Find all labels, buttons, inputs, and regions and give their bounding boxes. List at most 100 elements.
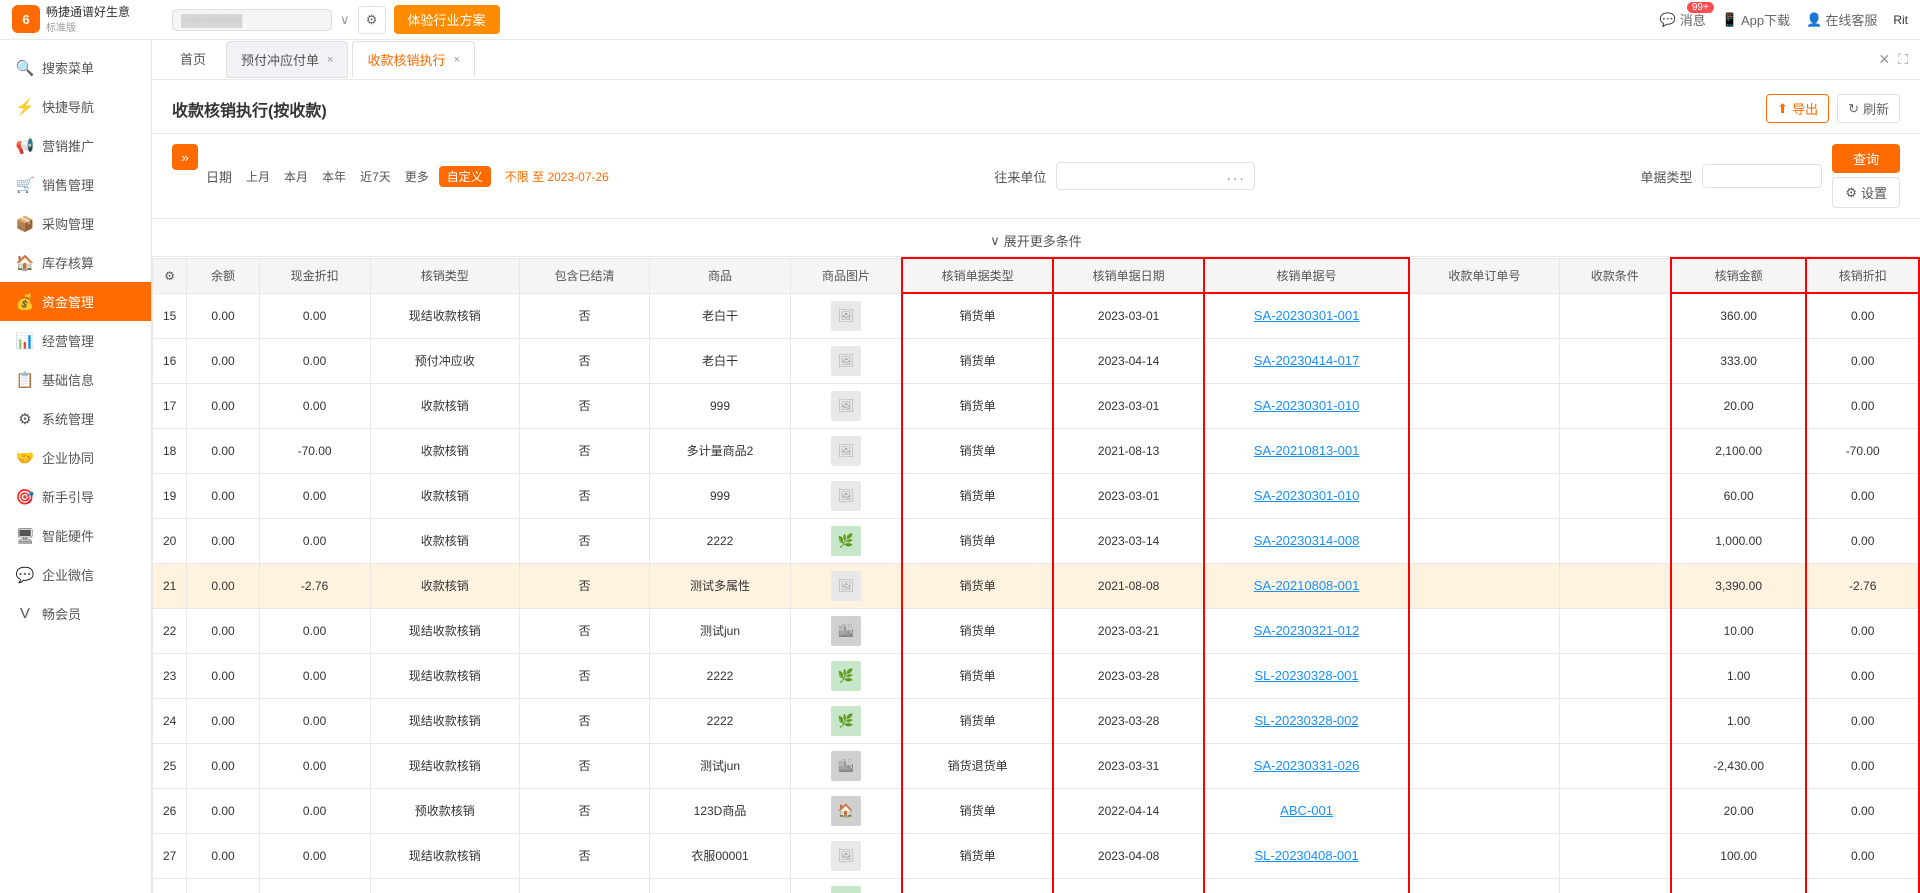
breadcrumb-display: ▓▓▓▓▓▓▓ <box>172 9 332 31</box>
sidebar-item-quick-nav[interactable]: ⚡ 快捷导航 <box>0 87 151 126</box>
row-bill-no[interactable]: SA-20230301-001 <box>1204 293 1409 338</box>
row-order-no <box>1409 608 1559 653</box>
row-bill-no[interactable]: SL-20230408-001 <box>1204 833 1409 878</box>
sidebar-item-wechat[interactable]: 💬 企业微信 <box>0 555 151 594</box>
date-7days[interactable]: 近7天 <box>356 166 395 187</box>
app-icon: 📱 <box>1722 12 1738 28</box>
page-header-actions: ⬆ 导出 ↻ 刷新 <box>1766 94 1900 123</box>
sidebar-item-basic[interactable]: 📋 基础信息 <box>0 360 151 399</box>
tab-prepay[interactable]: 预付冲应付单 × <box>226 41 348 78</box>
date-this-month[interactable]: 本月 <box>280 166 312 187</box>
date-custom-button[interactable]: 自定义 <box>439 166 491 187</box>
row-cash-discount: 0.00 <box>259 833 370 878</box>
partner-input-wrap: ... <box>1056 162 1254 190</box>
setting-button[interactable]: ⚙ 设置 <box>1832 177 1900 208</box>
date-range-display: 不限 至 2023-07-26 <box>505 168 609 185</box>
row-order-no <box>1409 788 1559 833</box>
row-cash-discount: 0.00 <box>259 473 370 518</box>
sidebar-label-collab: 企业协同 <box>42 448 94 467</box>
message-icon: 💬 <box>1660 12 1676 28</box>
sidebar-item-inventory[interactable]: 🏠 库存核算 <box>0 243 151 282</box>
row-bill-no[interactable]: SA-20230301-010 <box>1204 473 1409 518</box>
row-bill-no[interactable]: SL-20230418-001 <box>1204 878 1409 893</box>
query-button[interactable]: 查询 <box>1832 144 1900 173</box>
row-id: 16 <box>153 338 187 383</box>
sidebar-item-search[interactable]: 🔍 搜索菜单 <box>0 48 151 87</box>
row-bill-type: 销货单 <box>902 608 1053 653</box>
sidebar-item-guide[interactable]: 🎯 新手引导 <box>0 477 151 516</box>
row-bill-no[interactable]: SA-20230414-017 <box>1204 338 1409 383</box>
sidebar-item-hardware[interactable]: 🖥 智能硬件 <box>0 516 151 555</box>
sidebar-item-member[interactable]: V 畅会员 <box>0 594 151 633</box>
order-type-select[interactable] <box>1702 164 1822 188</box>
col-settings-header[interactable]: ⚙ <box>153 258 187 293</box>
row-bill-no[interactable]: SA-20210808-001 <box>1204 563 1409 608</box>
row-bill-no[interactable]: SL-20230328-002 <box>1204 698 1409 743</box>
filter-bar: » 日期 上月 本月 本年 近7天 更多 自定义 <box>152 134 1920 219</box>
tab-collection-close[interactable]: × <box>453 54 459 66</box>
row-balance: 0.00 <box>187 743 259 788</box>
row-discount: 0.00 <box>1806 293 1919 338</box>
date-more[interactable]: 更多 <box>401 166 433 187</box>
expand-more-button[interactable]: ∨ 展开更多条件 <box>990 231 1082 250</box>
tab-home[interactable]: 首页 <box>164 41 222 78</box>
sidebar-item-sales[interactable]: 🛒 销售管理 <box>0 165 151 204</box>
refresh-button[interactable]: ↻ 刷新 <box>1837 94 1900 123</box>
trial-button[interactable]: 体验行业方案 <box>394 5 500 34</box>
row-amount: 60.00 <box>1671 473 1807 518</box>
row-bill-no[interactable]: SA-20210813-001 <box>1204 428 1409 473</box>
row-goods: 老白干 <box>650 293 791 338</box>
sidebar-item-system[interactable]: ⚙ 系统管理 <box>0 399 151 438</box>
row-bill-no[interactable]: SA-20230301-010 <box>1204 383 1409 428</box>
export-button[interactable]: ⬆ 导出 <box>1766 94 1829 123</box>
row-id: 26 <box>153 788 187 833</box>
row-amount: 20.00 <box>1671 788 1807 833</box>
row-bill-no[interactable]: ABC-001 <box>1204 788 1409 833</box>
row-id: 15 <box>153 293 187 338</box>
col-amount-header: 核销金额 <box>1671 258 1807 293</box>
app-download-button[interactable]: 📱 App下载 <box>1722 10 1790 29</box>
row-balance: 0.00 <box>187 518 259 563</box>
tab-prepay-close[interactable]: × <box>327 54 333 66</box>
tab-collection[interactable]: 收款核销执行 × <box>352 41 474 78</box>
row-order-no <box>1409 383 1559 428</box>
sidebar-item-operation[interactable]: 📊 经营管理 <box>0 321 151 360</box>
row-bill-type: 销货单 <box>902 698 1053 743</box>
sidebar-item-collab[interactable]: 🤝 企业协同 <box>0 438 151 477</box>
sidebar-item-marketing[interactable]: 📢 营销推广 <box>0 126 151 165</box>
row-balance: 0.00 <box>187 383 259 428</box>
partner-input[interactable] <box>1065 169 1220 183</box>
col-goods-img-header: 商品图片 <box>790 258 902 293</box>
row-bill-date: 2023-04-08 <box>1053 833 1204 878</box>
date-last-month[interactable]: 上月 <box>242 166 274 187</box>
filter-toggle-button[interactable]: » <box>172 144 198 170</box>
online-service-button[interactable]: 👤 在线客服 <box>1806 10 1877 29</box>
row-discount: 0.00 <box>1806 743 1919 788</box>
row-order-no <box>1409 833 1559 878</box>
gear-button[interactable]: ⚙ <box>358 6 386 34</box>
message-button[interactable]: 💬 消息 99+ <box>1660 10 1706 29</box>
table-row: 19 0.00 0.00 收款核销 否 999 🖼 销货单 2023-03-01… <box>153 473 1920 518</box>
col-bill-no-header: 核销单据号 <box>1204 258 1409 293</box>
date-this-year[interactable]: 本年 <box>318 166 350 187</box>
row-bill-no[interactable]: SA-20230321-012 <box>1204 608 1409 653</box>
row-goods: 2222 <box>650 518 791 563</box>
row-balance: 0.00 <box>187 338 259 383</box>
row-settled: 否 <box>519 608 649 653</box>
row-bill-no[interactable]: SA-20230314-008 <box>1204 518 1409 563</box>
top-bar-center: ▓▓▓▓▓▓▓ ∨ ⚙ 体验行业方案 <box>172 5 1650 34</box>
close-window-icon[interactable]: ✕ <box>1878 51 1890 68</box>
chevron-down-icon[interactable]: ∨ <box>340 12 350 28</box>
user-info[interactable]: Rit <box>1893 13 1908 27</box>
row-amount: 2,100.00 <box>1671 428 1807 473</box>
sidebar-item-purchase[interactable]: 📦 采购管理 <box>0 204 151 243</box>
row-id: 21 <box>153 563 187 608</box>
page-title: 收款核销执行(按收款) <box>172 97 327 121</box>
row-discount: -70.00 <box>1806 428 1919 473</box>
sidebar-item-finance[interactable]: 💰 资金管理 <box>0 282 151 321</box>
partner-dots-button[interactable]: ... <box>1226 167 1245 185</box>
row-bill-no[interactable]: SL-20230328-001 <box>1204 653 1409 698</box>
maximize-window-icon[interactable]: ⛶ <box>1898 51 1908 68</box>
row-cash-discount: 0.00 <box>259 293 370 338</box>
row-bill-no[interactable]: SA-20230331-026 <box>1204 743 1409 788</box>
